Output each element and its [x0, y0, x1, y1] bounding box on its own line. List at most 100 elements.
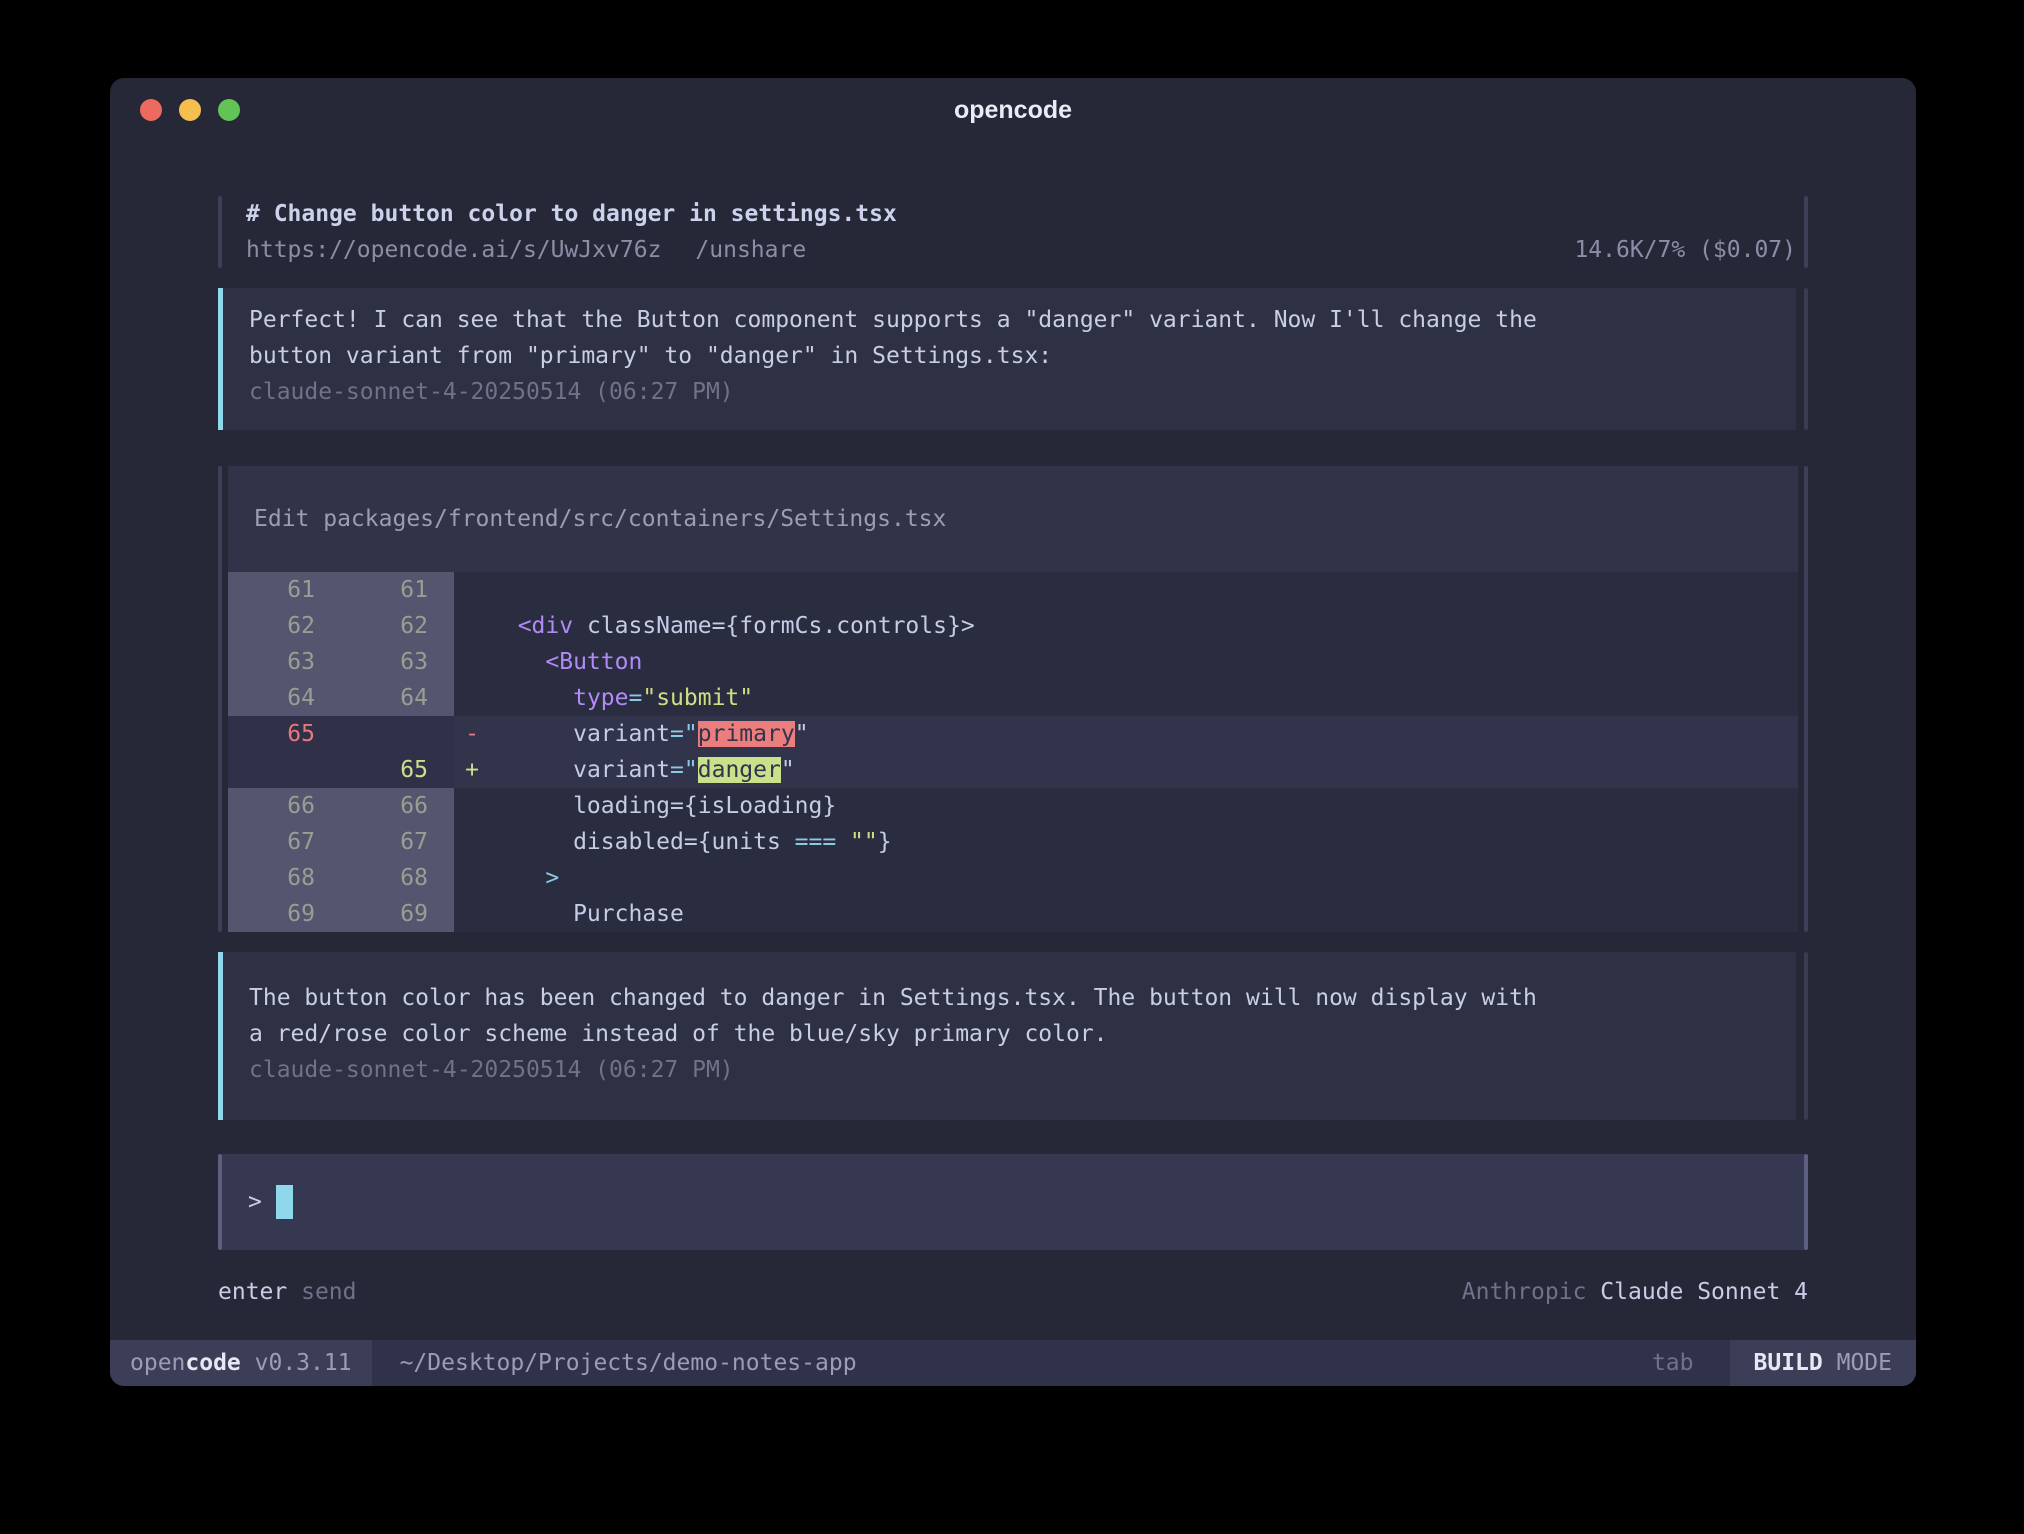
line-number-old: 61 — [228, 572, 341, 608]
code-token: disabled={units — [490, 829, 795, 855]
diff-code-line — [490, 572, 1798, 608]
code-token — [490, 613, 518, 639]
code-token: === — [795, 829, 837, 855]
code-token: " — [781, 757, 795, 783]
unshare-command[interactable]: /unshare — [695, 232, 806, 268]
diff-marker — [454, 896, 490, 932]
code-token: primary — [698, 721, 795, 747]
line-number-new: 65 — [341, 752, 454, 788]
app-version-segment: opencode v0.3.11 — [110, 1340, 372, 1386]
code-token: " — [684, 757, 698, 783]
prompt-input-box[interactable]: > — [218, 1154, 1808, 1250]
diff-row: 6767 disabled={units === ""} — [228, 824, 1798, 860]
edit-tool-title: Edit packages/frontend/src/containers/Se… — [228, 466, 1798, 572]
close-button[interactable] — [140, 99, 162, 121]
edit-right-rule — [1804, 466, 1808, 932]
diff-code-line: loading={isLoading} — [490, 788, 1798, 824]
share-url[interactable]: https://opencode.ai/s/UwJxv76z — [246, 232, 661, 268]
app-version: v0.3.11 — [255, 1350, 352, 1376]
diff-marker — [454, 680, 490, 716]
diff-code-line: <div className={formCs.controls}> — [490, 608, 1798, 644]
diff-marker: + — [454, 752, 490, 788]
diff-row: 6161 — [228, 572, 1798, 608]
diff-row: 6464 type="submit" — [228, 680, 1798, 716]
code-token — [490, 757, 573, 783]
diff-row: 6262 <div className={formCs.controls}> — [228, 608, 1798, 644]
code-token: danger — [698, 757, 781, 783]
code-token: " — [684, 721, 698, 747]
diff-code-line: disabled={units === ""} — [490, 824, 1798, 860]
line-number-old — [228, 752, 341, 788]
context-stats: 14.6K/7% ($0.07) — [1574, 232, 1796, 268]
app-name: open — [130, 1350, 185, 1376]
app-window: opencode # Change button color to danger… — [110, 78, 1916, 1386]
diff-marker — [454, 608, 490, 644]
message-right-rule — [1804, 952, 1808, 1120]
model-label: Claude Sonnet 4 — [1600, 1279, 1808, 1305]
line-number-new: 62 — [341, 608, 454, 644]
edit-tool-block: Edit packages/frontend/src/containers/Se… — [218, 466, 1808, 932]
line-number-old: 66 — [228, 788, 341, 824]
session-header: # Change button color to danger in setti… — [218, 196, 1808, 268]
line-number-new — [341, 716, 454, 752]
diff-row: 6969 Purchase — [228, 896, 1798, 932]
code-token: "submit" — [642, 685, 753, 711]
line-number-new: 64 — [341, 680, 454, 716]
assistant-message: The button color has been changed to dan… — [218, 952, 1808, 1120]
send-label: send — [301, 1279, 356, 1305]
provider-label: Anthropic — [1462, 1279, 1587, 1305]
code-token: loading={isLoading} — [490, 793, 836, 819]
enter-key-hint: enter — [218, 1279, 287, 1305]
code-token: = — [628, 685, 642, 711]
line-number-new: 68 — [341, 860, 454, 896]
code-token: className={formCs.controls}> — [573, 613, 975, 639]
code-token — [490, 865, 545, 891]
working-directory: ~/Desktop/Projects/demo-notes-app — [372, 1340, 857, 1386]
line-number-old: 62 — [228, 608, 341, 644]
message-text: Perfect! I can see that the Button compo… — [249, 302, 1770, 374]
line-number-old: 63 — [228, 644, 341, 680]
code-token: > — [545, 865, 559, 891]
mode-segment[interactable]: BUILD MODE — [1730, 1340, 1917, 1386]
diff-row: 6666 loading={isLoading} — [228, 788, 1798, 824]
diff-marker — [454, 572, 490, 608]
minimize-button[interactable] — [179, 99, 201, 121]
zoom-button[interactable] — [218, 99, 240, 121]
code-token: Purchase — [490, 901, 684, 927]
hint-bar: enter send Anthropic Claude Sonnet 4 — [218, 1274, 1808, 1310]
line-number-new: 63 — [341, 644, 454, 680]
code-token — [836, 829, 850, 855]
titlebar: opencode — [110, 78, 1916, 140]
session-left-rule — [218, 196, 222, 268]
mode-name: BUILD — [1754, 1350, 1823, 1376]
code-token: = — [670, 757, 684, 783]
diff-row: 6868 > — [228, 860, 1798, 896]
mode-suffix: MODE — [1837, 1350, 1892, 1376]
main-content: # Change button color to danger in setti… — [110, 140, 1916, 1340]
input-right-rule — [1804, 1154, 1808, 1250]
session-right-rule — [1804, 196, 1808, 268]
diff-row: 65+ variant="danger" — [228, 752, 1798, 788]
tab-key-hint[interactable]: tab — [1652, 1340, 1724, 1386]
code-token: = — [670, 721, 684, 747]
diff-marker — [454, 788, 490, 824]
diff-code-line: > — [490, 860, 1798, 896]
line-number-new: 67 — [341, 824, 454, 860]
message-right-rule — [1804, 288, 1808, 430]
code-token — [490, 685, 573, 711]
diff-code-line: <Button — [490, 644, 1798, 680]
diff-row: 6363 <Button — [228, 644, 1798, 680]
diff-row: 65- variant="primary" — [228, 716, 1798, 752]
session-title: # Change button color to danger in setti… — [246, 196, 1796, 232]
code-token: <div — [518, 613, 573, 639]
code-token: variant — [573, 757, 670, 783]
code-token: type — [573, 685, 628, 711]
message-meta: claude-sonnet-4-20250514 (06:27 PM) — [249, 1052, 1770, 1088]
message-meta: claude-sonnet-4-20250514 (06:27 PM) — [249, 374, 1770, 410]
text-cursor — [276, 1185, 293, 1219]
diff-code-line: variant="primary" — [490, 716, 1798, 752]
code-token: "" — [850, 829, 878, 855]
assistant-message: Perfect! I can see that the Button compo… — [218, 288, 1808, 430]
line-number-old: 69 — [228, 896, 341, 932]
code-token — [490, 721, 573, 747]
